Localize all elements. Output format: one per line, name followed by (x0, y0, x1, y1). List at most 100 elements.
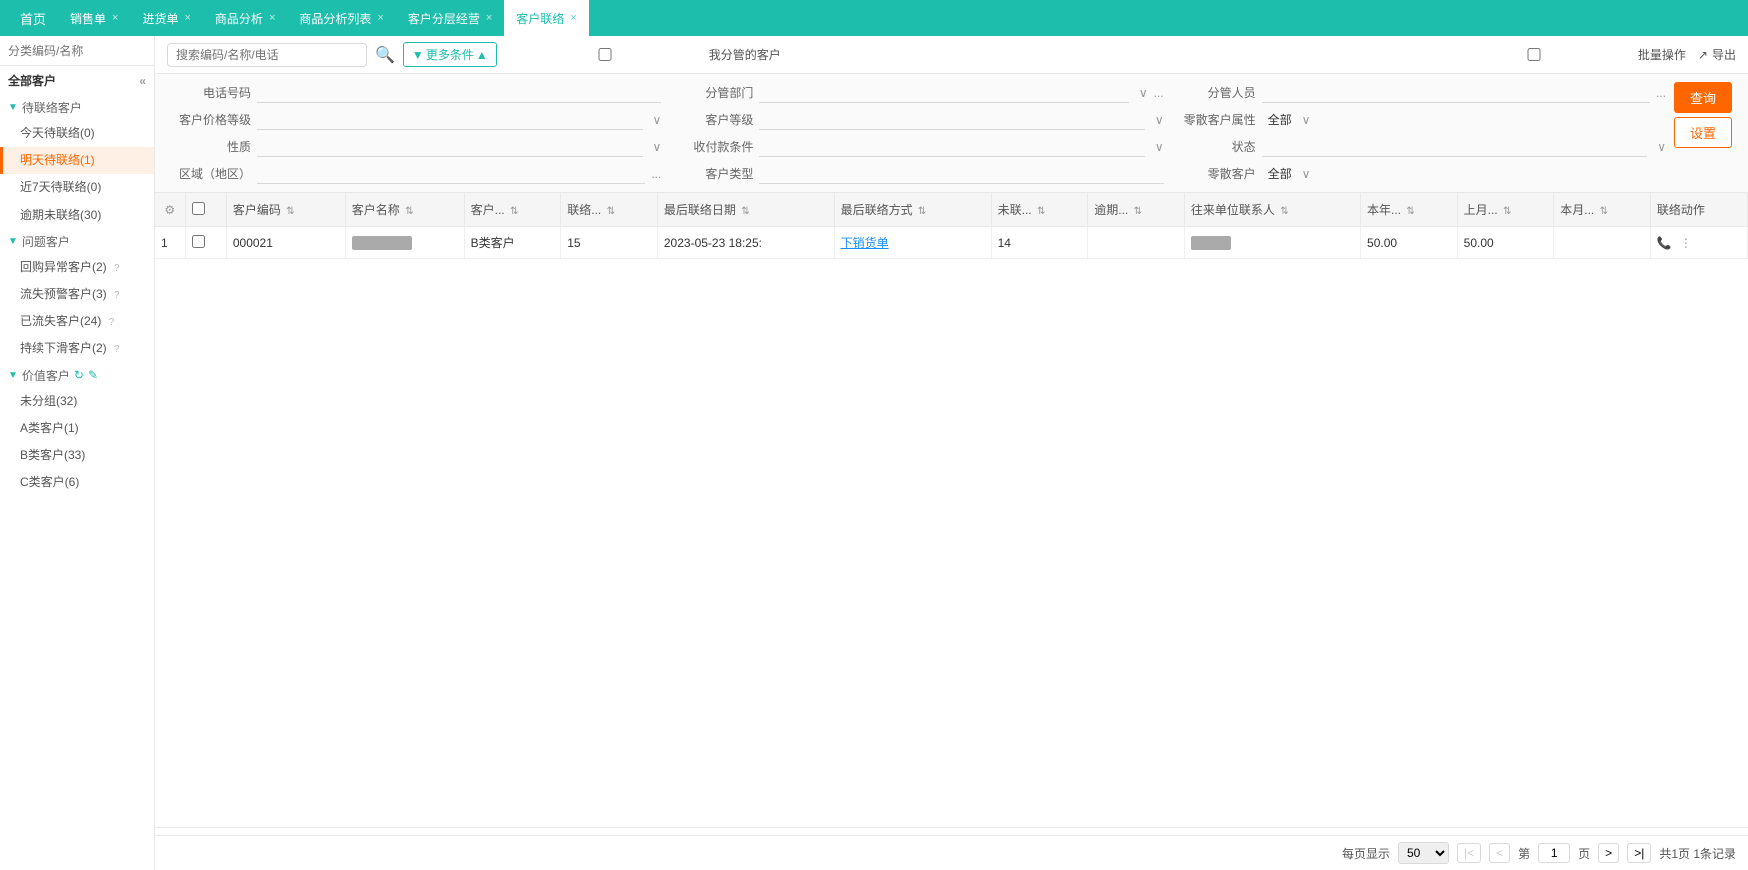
sidebar-item-today-contact[interactable]: 今天待联络(0) (0, 120, 154, 147)
adv-dept-input[interactable] (759, 82, 1129, 103)
col-unit-contact: 往来单位联系人 ⇅ (1184, 193, 1360, 227)
adv-status-dropdown[interactable]: ∨ (1657, 140, 1666, 154)
col-last-month-sort[interactable]: ⇅ (1503, 206, 1511, 217)
nav-product-analysis-list-close[interactable]: × (377, 12, 383, 24)
adv-price-level-dropdown[interactable]: ∨ (653, 113, 662, 127)
adv-dept-dropdown[interactable]: ∨ (1139, 86, 1148, 100)
page-prev-btn[interactable]: < (1489, 843, 1510, 863)
adv-retail-attr-dropdown[interactable]: ∨ (1302, 113, 1311, 127)
col-last-date-sort[interactable]: ⇅ (741, 206, 749, 217)
collapse-icon[interactable]: « (139, 74, 146, 88)
adv-nature-dropdown[interactable]: ∨ (653, 140, 662, 154)
sidebar-item-churn-warning[interactable]: 流失预警客户(3) ? (0, 281, 154, 308)
col-type-sort[interactable]: ⇅ (510, 206, 518, 217)
nav-sales-close[interactable]: × (112, 12, 118, 24)
col-this-year-sort[interactable]: ⇅ (1406, 206, 1414, 217)
cell-type: B类客户 (464, 227, 561, 259)
sidebar-item-churned[interactable]: 已流失客户(24) ? (0, 308, 154, 335)
page-first-btn[interactable]: |< (1457, 843, 1481, 863)
sidebar-item-b-class[interactable]: B类客户(33) (0, 442, 154, 469)
page-next-btn[interactable]: > (1598, 843, 1619, 863)
col-this-month-sort[interactable]: ⇅ (1600, 206, 1608, 217)
adv-field-nature: 性质 ∨ (171, 136, 661, 157)
batch-op-button[interactable]: 批量操作 (1434, 46, 1686, 63)
row-checkbox-0[interactable] (192, 235, 205, 248)
adv-nature-input[interactable] (257, 136, 643, 157)
nav-purchase-close[interactable]: × (184, 12, 190, 24)
col-name-sort[interactable]: ⇅ (405, 206, 413, 217)
search-button[interactable]: 🔍 (375, 45, 395, 65)
nav-product-analysis[interactable]: 商品分析 × (203, 0, 287, 36)
nav-customer-layer[interactable]: 客户分层经营 × (396, 0, 504, 36)
sidebar-item-abnormal-repurchase[interactable]: 回购异常客户(2) ? (0, 254, 154, 281)
adv-phone-input[interactable] (257, 82, 661, 103)
adv-customer-level-input[interactable] (759, 109, 1145, 130)
adv-customer-level-dropdown[interactable]: ∨ (1155, 113, 1164, 127)
sidebar-item-declining[interactable]: 持续下滑客户(2) ? (0, 335, 154, 362)
query-button[interactable]: 查询 (1674, 82, 1732, 113)
adv-payment-input[interactable] (759, 136, 1145, 157)
search-input[interactable] (167, 43, 367, 67)
last-method-link[interactable]: 下销货单 (841, 236, 889, 250)
adv-retail-customer-dropdown[interactable]: ∨ (1302, 167, 1311, 181)
nav-home[interactable]: 首页 (8, 0, 58, 36)
nav-purchase[interactable]: 进货单 × (130, 0, 202, 36)
adv-status-input[interactable] (1262, 136, 1648, 157)
adv-price-level-input[interactable] (257, 109, 643, 130)
table-area: ⚙ 客户编码 ⇅ 客户名称 ⇅ 客户... ⇅ (155, 193, 1748, 827)
col-overdue-sort[interactable]: ⇅ (1134, 206, 1142, 217)
value-refresh-icon[interactable]: ↻ (74, 368, 84, 382)
more-filter-button[interactable]: ▼ 更多条件 ▲ (403, 42, 497, 67)
cell-this-month (1554, 227, 1651, 259)
nav-customer-layer-close[interactable]: × (486, 12, 492, 24)
adv-manager-input[interactable] (1262, 82, 1650, 103)
adv-customer-type-input[interactable] (759, 163, 1163, 184)
cell-last-method[interactable]: 下销货单 (834, 227, 991, 259)
sidebar-item-ungrouped[interactable]: 未分组(32) (0, 388, 154, 415)
export-button[interactable]: ↗ 导出 (1698, 46, 1736, 63)
action-phone-icon[interactable]: 📞 (1657, 236, 1672, 250)
batch-op-checkbox[interactable] (1434, 48, 1634, 61)
adv-retail-attr-label: 零散客户属性 (1176, 111, 1256, 128)
sidebar-item-7days-contact[interactable]: 近7天待联络(0) (0, 174, 154, 201)
col-settings[interactable]: ⚙ (155, 193, 185, 227)
adv-manager-more[interactable]: ... (1656, 86, 1666, 100)
col-no-contact-sort[interactable]: ⇅ (1037, 206, 1045, 217)
value-edit-icon[interactable]: ✎ (88, 368, 98, 382)
pending-arrow-icon: ▼ (8, 102, 18, 113)
col-unit-contact-sort[interactable]: ⇅ (1280, 206, 1288, 217)
table-row: 1 000021 B类客户 15 2023-05-23 18:25: 下销货单 … (155, 227, 1748, 259)
per-page-select[interactable]: 50 100 200 (1398, 842, 1449, 864)
page-last-btn[interactable]: >| (1627, 843, 1651, 863)
adv-region-input[interactable] (257, 163, 645, 184)
my-customers-label: 我分管的客户 (709, 46, 781, 63)
adv-dept-label: 分管部门 (673, 84, 753, 101)
select-all-checkbox[interactable] (192, 202, 205, 215)
set-button[interactable]: 设置 (1674, 117, 1732, 148)
action-grid-icon[interactable]: ⋮ (1680, 236, 1692, 250)
nav-customer-contact[interactable]: 客户联络 × (504, 0, 588, 36)
adv-payment-dropdown[interactable]: ∨ (1155, 140, 1164, 154)
nav-product-analysis-close[interactable]: × (269, 12, 275, 24)
col-last-method-sort[interactable]: ⇅ (918, 206, 926, 217)
action-icons: 📞 ⋮ (1657, 236, 1741, 250)
nav-sales[interactable]: 销售单 × (58, 0, 130, 36)
adv-customer-level-label: 客户等级 (673, 111, 753, 128)
sidebar-item-a-class[interactable]: A类客户(1) (0, 415, 154, 442)
adv-region-more[interactable]: ... (651, 167, 661, 181)
horizontal-scrollbar[interactable] (155, 827, 1748, 835)
sidebar-item-c-class[interactable]: C类客户(6) (0, 469, 154, 496)
nav-customer-contact-close[interactable]: × (570, 12, 576, 24)
cell-contact: 15 (561, 227, 658, 259)
adv-dept-more[interactable]: ... (1154, 86, 1164, 100)
sidebar-item-overdue-contact[interactable]: 逾期未联络(30) (0, 202, 154, 229)
col-code-sort[interactable]: ⇅ (286, 206, 294, 217)
cell-last-month: 50.00 (1457, 227, 1554, 259)
sidebar-search-input[interactable] (8, 44, 155, 58)
col-contact-sort[interactable]: ⇅ (607, 206, 615, 217)
sidebar-item-tomorrow-contact[interactable]: 明天待联络(1) (0, 147, 154, 174)
nav-product-analysis-list[interactable]: 商品分析列表 × (287, 0, 395, 36)
page-input[interactable] (1538, 843, 1570, 863)
problem-group-label: 问题客户 (22, 233, 70, 250)
my-customers-checkbox[interactable] (505, 48, 705, 61)
